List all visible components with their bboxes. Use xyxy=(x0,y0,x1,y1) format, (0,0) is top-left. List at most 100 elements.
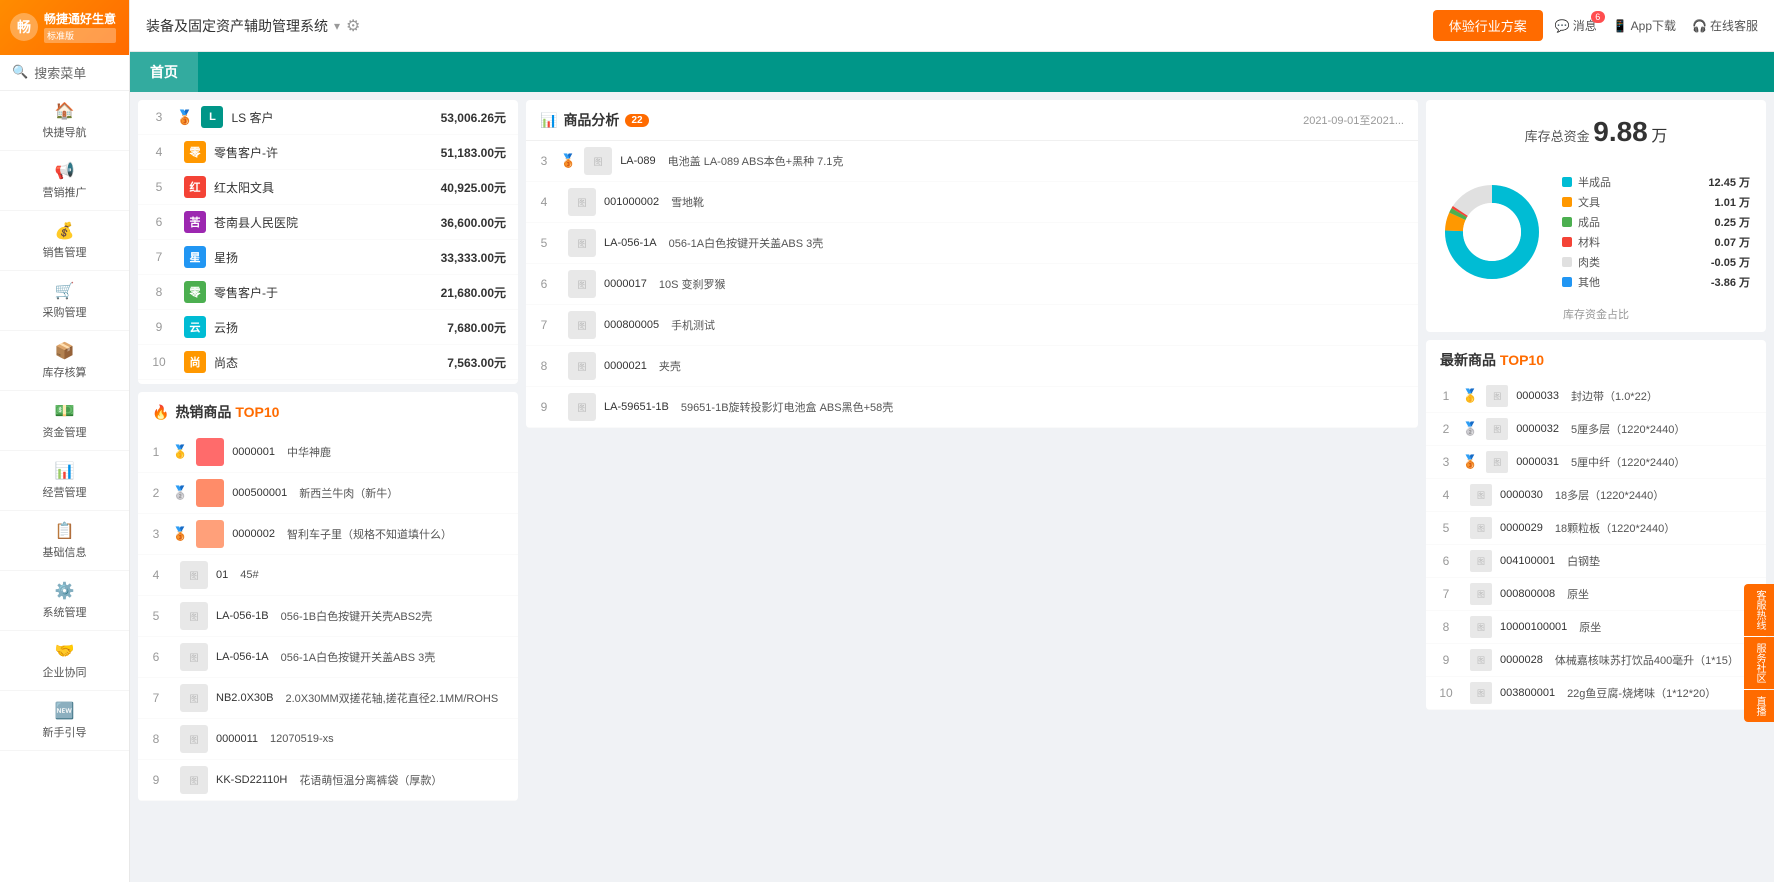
np-rank: 9 xyxy=(1438,653,1454,667)
nav-icon: ⚙️ xyxy=(55,581,75,601)
tab-home[interactable]: 首页 xyxy=(130,52,198,92)
chevron-down-icon[interactable]: ▾ xyxy=(334,19,340,33)
header-right: 💬 消息 6 📱 App下载 🎧 在线客服 xyxy=(1555,17,1758,34)
float-buttons: 客服热线服务社区直播 xyxy=(1744,584,1774,722)
product-name: 电池盖 LA-089 ABS本色+黑种 7.1克 xyxy=(668,153,1408,169)
date-label: 2021-09-01至2021... xyxy=(1303,112,1404,128)
customer-amount: 21,680.00元 xyxy=(441,284,506,301)
product-code: 001000002 xyxy=(604,196,659,208)
product-code: 0000001 xyxy=(232,446,275,458)
product-medal: 🥉 xyxy=(172,526,188,542)
product-thumbnail: 图 xyxy=(568,270,596,298)
logo-icon: 畅 xyxy=(10,13,38,41)
new-products-card: 最新商品 TOP10 1 🥇 图 0000033 封边带（1.0*22） 2 🥈… xyxy=(1426,340,1766,710)
np-rank: 7 xyxy=(1438,587,1454,601)
nav-icon: 🏠 xyxy=(55,101,75,121)
nav-tabs: 首页 xyxy=(130,52,1774,92)
product-code: 000500001 xyxy=(232,487,287,499)
inventory-legend: 半成品 12.45 万 文具 1.01 万 成品 0.25 万 材料 0.07 … xyxy=(1562,174,1750,290)
np-name: 5厘多层（1220*2440） xyxy=(1571,421,1754,437)
customer-avatar: 零 xyxy=(184,281,206,303)
np-name: 原坐 xyxy=(1579,619,1754,635)
np-thumbnail: 图 xyxy=(1470,550,1492,572)
sidebar-nav-item[interactable]: 🏠快捷导航 xyxy=(0,91,129,151)
product-code: 0000002 xyxy=(232,528,275,540)
nav-icon: 📦 xyxy=(55,341,75,361)
customer-rank-row: 5 红 红太阳文具 40,925.00元 xyxy=(138,170,518,205)
product-rank-num: 9 xyxy=(148,773,164,787)
sidebar-nav-item[interactable]: 💰销售管理 xyxy=(0,211,129,271)
product-thumbnail: 图 xyxy=(180,725,208,753)
customer-name: 云扬 xyxy=(214,319,439,336)
product-name: 雪地靴 xyxy=(671,194,1408,210)
sidebar-nav-item[interactable]: 🤝企业协同 xyxy=(0,631,129,691)
nav-label: 经营管理 xyxy=(43,484,87,500)
product-code: LA-089 xyxy=(620,155,655,167)
hot-product-row: 2 🥈 000500001 新西兰牛肉（新牛） xyxy=(138,473,518,514)
np-thumbnail: 图 xyxy=(1486,385,1508,407)
search-menu[interactable]: 🔍 搜索菜单 xyxy=(0,55,129,91)
product-rank-num: 9 xyxy=(536,400,552,414)
sidebar-nav-item[interactable]: 📋基础信息 xyxy=(0,511,129,571)
float-btn-1[interactable]: 服务社区 xyxy=(1744,637,1774,689)
customer-amount: 7,563.00元 xyxy=(447,354,506,371)
product-rank-num: 5 xyxy=(536,236,552,250)
product-thumbnail: 图 xyxy=(568,229,596,257)
nav-label: 基础信息 xyxy=(43,544,87,560)
product-rank-num: 4 xyxy=(148,568,164,582)
new-product-row: 1 🥇 图 0000033 封边带（1.0*22） xyxy=(1426,380,1766,413)
product-code: LA-056-1A xyxy=(216,651,269,663)
nav-label: 采购管理 xyxy=(43,304,87,320)
new-product-row: 9 图 0000028 体械嘉核味苏打饮品400毫升（1*15） xyxy=(1426,644,1766,677)
customer-rank-row: 4 零 零售客户-许 51,183.00元 xyxy=(138,135,518,170)
sidebar-header: 畅 畅捷通好生意 标准版 xyxy=(0,0,129,55)
customer-name: 星扬 xyxy=(214,249,433,266)
customer-amount: 40,925.00元 xyxy=(441,179,506,196)
customer-rank-row: 10 尚 尚态 7,563.00元 xyxy=(138,345,518,380)
new-product-row: 4 图 0000030 18多层（1220*2440） xyxy=(1426,479,1766,512)
product-code: KK-SD22110H xyxy=(216,774,287,786)
sidebar-nav-item[interactable]: 💵资金管理 xyxy=(0,391,129,451)
np-code: 0000030 xyxy=(1500,489,1543,501)
product-name: 59651-1B旋转投影灯电池盒 ABS黑色+58壳 xyxy=(681,399,1408,415)
sidebar-nav-item[interactable]: 📢营销推广 xyxy=(0,151,129,211)
np-thumbnail: 图 xyxy=(1470,517,1492,539)
left-panel: 3 🥉 L LS 客户 53,006.26元 4 零 零售客户-许 51,183… xyxy=(138,100,518,874)
product-ranking-title: 商品分析 xyxy=(563,110,619,130)
product-rank-num: 5 xyxy=(148,609,164,623)
product-medal: 🥇 xyxy=(172,444,188,460)
sidebar-nav-item[interactable]: 📦库存核算 xyxy=(0,331,129,391)
sidebar-nav-item[interactable]: 🛒采购管理 xyxy=(0,271,129,331)
float-btn-0[interactable]: 客服热线 xyxy=(1744,584,1774,636)
np-rank: 8 xyxy=(1438,620,1454,634)
product-rank-num: 8 xyxy=(536,359,552,373)
customer-name: 零售客户-于 xyxy=(214,284,433,301)
online-service-button[interactable]: 🎧 在线客服 xyxy=(1692,17,1758,34)
message-badge: 6 xyxy=(1591,11,1605,23)
product-medal: 🥉 xyxy=(560,153,576,169)
mid-product-row: 8 图 0000021 夹壳 xyxy=(526,346,1418,387)
customer-avatar: 尚 xyxy=(184,351,206,373)
main-area: 装备及固定资产辅助管理系统 ▾ ⚙ 体验行业方案 💬 消息 6 📱 App下载 … xyxy=(130,0,1774,882)
sidebar-nav-item[interactable]: 📊经营管理 xyxy=(0,451,129,511)
customer-avatar: 零 xyxy=(184,141,206,163)
legend-item: 半成品 12.45 万 xyxy=(1562,174,1750,190)
float-btn-2[interactable]: 直播 xyxy=(1744,690,1774,722)
sidebar-nav-item[interactable]: ⚙️系统管理 xyxy=(0,571,129,631)
sidebar-nav-item[interactable]: 🆕新手引导 xyxy=(0,691,129,751)
trial-button[interactable]: 体验行业方案 xyxy=(1433,10,1543,41)
product-rank-num: 3 xyxy=(148,527,164,541)
nav-icon: 📢 xyxy=(55,161,75,181)
customer-avatar: 云 xyxy=(184,316,206,338)
customer-amount: 7,680.00元 xyxy=(447,319,506,336)
product-ranking-card: 📊 商品分析 22 2021-09-01至2021... 3 🥉 图 LA-08… xyxy=(526,100,1418,428)
legend-dot xyxy=(1562,217,1572,227)
gear-icon[interactable]: ⚙ xyxy=(346,16,360,36)
app-download-button[interactable]: 📱 App下载 xyxy=(1613,17,1676,34)
message-button[interactable]: 💬 消息 6 xyxy=(1555,17,1597,34)
product-ranking-header: 📊 商品分析 22 2021-09-01至2021... xyxy=(526,100,1418,141)
np-name: 5厘中纤（1220*2440） xyxy=(1571,454,1754,470)
customer-avatar: 星 xyxy=(184,246,206,268)
np-code: 0000031 xyxy=(1516,456,1559,468)
np-thumbnail: 图 xyxy=(1486,451,1508,473)
